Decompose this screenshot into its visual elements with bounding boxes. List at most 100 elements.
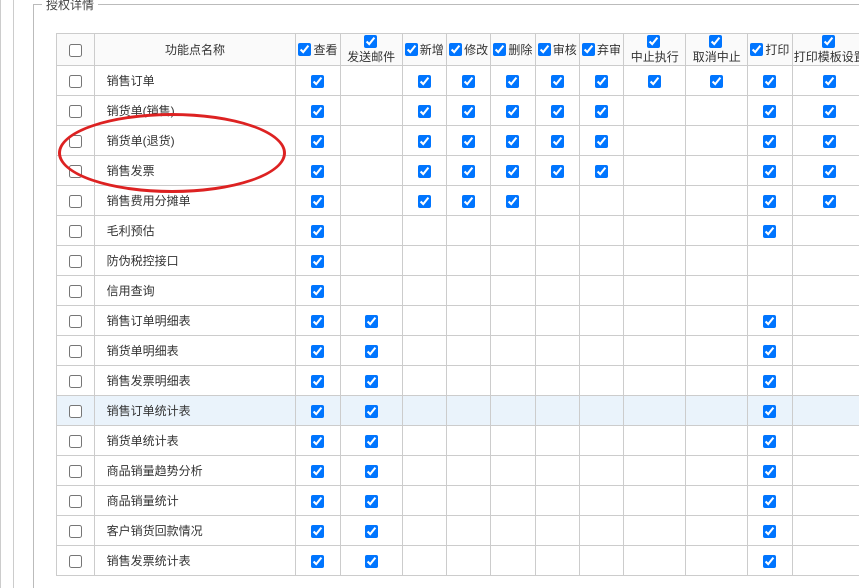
view-checkbox[interactable]	[311, 225, 324, 238]
email-checkbox[interactable]	[365, 315, 378, 328]
print-checkbox[interactable]	[763, 435, 776, 448]
hdr-select-all[interactable]	[57, 34, 95, 66]
audit-checkbox[interactable]	[551, 135, 564, 148]
edit-checkbox[interactable]	[462, 135, 475, 148]
email-checkbox[interactable]	[365, 375, 378, 388]
print-checkbox[interactable]	[763, 375, 776, 388]
sel-checkbox[interactable]	[69, 135, 82, 148]
sel-checkbox[interactable]	[69, 165, 82, 178]
hdr-tpl[interactable]: 打印模板设置	[792, 34, 859, 66]
print-checkbox[interactable]	[763, 525, 776, 538]
hdr-email[interactable]: 发送邮件	[340, 34, 402, 66]
view-checkbox[interactable]	[311, 465, 324, 478]
stop-checkbox[interactable]	[648, 75, 661, 88]
view-checkbox[interactable]	[311, 75, 324, 88]
print-checkbox[interactable]	[763, 555, 776, 568]
audit-checkbox[interactable]	[551, 165, 564, 178]
print-checkbox[interactable]	[763, 225, 776, 238]
print-checkbox[interactable]	[763, 495, 776, 508]
view-checkbox[interactable]	[311, 435, 324, 448]
sel-checkbox[interactable]	[69, 435, 82, 448]
edit-checkbox[interactable]	[462, 165, 475, 178]
hdr-audit[interactable]: 审核	[535, 34, 579, 66]
hdr-add[interactable]: 新增	[402, 34, 446, 66]
del-checkbox[interactable]	[506, 135, 519, 148]
hdr-print[interactable]: 打印	[748, 34, 792, 66]
tpl-checkbox[interactable]	[823, 165, 836, 178]
del-checkbox[interactable]	[506, 105, 519, 118]
view-checkbox[interactable]	[311, 375, 324, 388]
edit-checkbox[interactable]	[462, 195, 475, 208]
print-checkbox[interactable]	[763, 135, 776, 148]
add-checkbox[interactable]	[418, 195, 431, 208]
print-checkbox[interactable]	[763, 75, 776, 88]
edit-checkbox[interactable]	[462, 105, 475, 118]
hdr-reject[interactable]: 弃审	[579, 34, 623, 66]
view-checkbox[interactable]	[311, 405, 324, 418]
add-checkbox[interactable]	[418, 165, 431, 178]
sel-checkbox[interactable]	[69, 465, 82, 478]
view-checkbox[interactable]	[311, 195, 324, 208]
print-checkbox[interactable]	[763, 105, 776, 118]
hdr-cancel-stop[interactable]: 取消中止	[686, 34, 748, 66]
email-checkbox[interactable]	[365, 495, 378, 508]
email-checkbox[interactable]	[365, 525, 378, 538]
print-checkbox[interactable]	[763, 345, 776, 358]
reject-checkbox[interactable]	[595, 135, 608, 148]
sel-checkbox[interactable]	[69, 525, 82, 538]
select-all-checkbox[interactable]	[69, 44, 82, 57]
view-checkbox[interactable]	[311, 555, 324, 568]
sel-checkbox[interactable]	[69, 75, 82, 88]
audit-checkbox[interactable]	[551, 75, 564, 88]
view-checkbox[interactable]	[311, 255, 324, 268]
view-checkbox[interactable]	[311, 285, 324, 298]
reject-checkbox[interactable]	[595, 105, 608, 118]
sel-checkbox[interactable]	[69, 285, 82, 298]
sel-checkbox[interactable]	[69, 315, 82, 328]
sel-checkbox[interactable]	[69, 405, 82, 418]
print-checkbox[interactable]	[763, 165, 776, 178]
email-checkbox[interactable]	[365, 435, 378, 448]
view-checkbox[interactable]	[311, 495, 324, 508]
add-checkbox[interactable]	[418, 75, 431, 88]
tpl-checkbox[interactable]	[823, 105, 836, 118]
sel-checkbox[interactable]	[69, 555, 82, 568]
hdr-edit[interactable]: 修改	[446, 34, 490, 66]
sel-checkbox[interactable]	[69, 345, 82, 358]
print-checkbox[interactable]	[763, 315, 776, 328]
edit-checkbox[interactable]	[462, 75, 475, 88]
email-checkbox[interactable]	[365, 405, 378, 418]
print-checkbox[interactable]	[763, 465, 776, 478]
email-checkbox[interactable]	[365, 555, 378, 568]
view-checkbox[interactable]	[311, 135, 324, 148]
sel-checkbox[interactable]	[69, 255, 82, 268]
print-checkbox[interactable]	[763, 405, 776, 418]
view-checkbox[interactable]	[311, 105, 324, 118]
print-checkbox[interactable]	[763, 195, 776, 208]
hdr-del[interactable]: 删除	[491, 34, 535, 66]
del-checkbox[interactable]	[506, 165, 519, 178]
sel-checkbox[interactable]	[69, 195, 82, 208]
email-checkbox[interactable]	[365, 345, 378, 358]
view-checkbox[interactable]	[311, 165, 324, 178]
sel-checkbox[interactable]	[69, 105, 82, 118]
sel-checkbox[interactable]	[69, 495, 82, 508]
view-checkbox[interactable]	[311, 315, 324, 328]
tpl-checkbox[interactable]	[823, 75, 836, 88]
hdr-view[interactable]: 查看	[296, 34, 340, 66]
add-checkbox[interactable]	[418, 105, 431, 118]
reject-checkbox[interactable]	[595, 165, 608, 178]
del-checkbox[interactable]	[506, 195, 519, 208]
add-checkbox[interactable]	[418, 135, 431, 148]
view-checkbox[interactable]	[311, 345, 324, 358]
tpl-checkbox[interactable]	[823, 195, 836, 208]
audit-checkbox[interactable]	[551, 105, 564, 118]
cancelStop-checkbox[interactable]	[710, 75, 723, 88]
email-checkbox[interactable]	[365, 465, 378, 478]
view-checkbox[interactable]	[311, 525, 324, 538]
sel-checkbox[interactable]	[69, 375, 82, 388]
hdr-stop[interactable]: 中止执行	[624, 34, 686, 66]
del-checkbox[interactable]	[506, 75, 519, 88]
tpl-checkbox[interactable]	[823, 135, 836, 148]
reject-checkbox[interactable]	[595, 75, 608, 88]
